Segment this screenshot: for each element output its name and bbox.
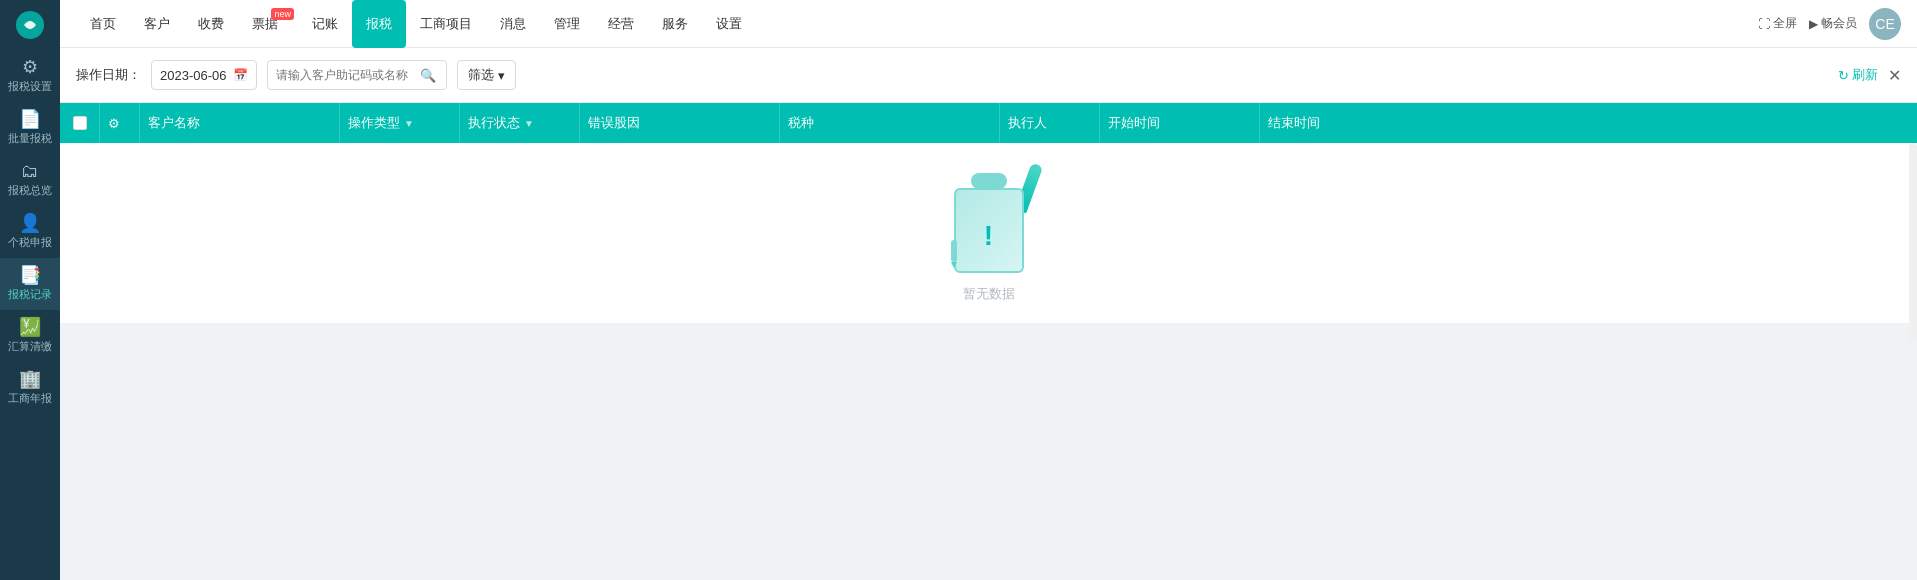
avatar[interactable]: CE	[1869, 8, 1901, 40]
empty-illustration: !	[939, 163, 1039, 273]
th-op-type[interactable]: 操作类型 ▼	[340, 103, 460, 143]
personal-tax-icon: 👤	[19, 214, 41, 232]
table-container: ⚙ 客户名称 操作类型 ▼ 执行状态 ▼ 错误股因	[60, 103, 1917, 580]
nav-message[interactable]: 消息	[486, 0, 540, 48]
settings-icon: ⚙	[108, 116, 120, 131]
sidebar: ⚙ 报税设置 📄 批量报税 🗂 报税总览 👤 个税申报 📑 报税记录 💹 汇算清…	[0, 0, 60, 580]
search-input[interactable]	[276, 68, 416, 82]
nav-client[interactable]: 客户	[130, 0, 184, 48]
tax-settings-icon: ⚙	[22, 58, 38, 76]
annual-report-icon: 🏢	[19, 370, 41, 388]
sidebar-item-tax-records[interactable]: 📑 报税记录	[0, 258, 60, 310]
invoice-badge: new	[271, 8, 294, 21]
search-box[interactable]: 🔍	[267, 60, 447, 90]
th-tax-type: 税种	[780, 103, 1000, 143]
page-content: 操作日期： 2023-06-06 📅 🔍 筛选 ▾ ↻ 刷新 ✕	[60, 48, 1917, 580]
table-body-empty: ! 暂无数据	[60, 143, 1917, 323]
th-settings[interactable]: ⚙	[100, 103, 140, 143]
svg-marker-2	[951, 262, 957, 268]
empty-text: 暂无数据	[963, 285, 1015, 303]
settlement-icon: 💹	[19, 318, 41, 336]
nav-invoice[interactable]: 票据 new	[238, 0, 298, 48]
nav-home[interactable]: 首页	[76, 0, 130, 48]
calendar-icon: 📅	[233, 68, 248, 82]
search-icon: 🔍	[420, 68, 436, 83]
sidebar-item-batch-tax[interactable]: 📄 批量报税	[0, 102, 60, 154]
date-picker[interactable]: 2023-06-06 📅	[151, 60, 257, 90]
th-end-time: 结束时间	[1260, 103, 1390, 143]
nav-business[interactable]: 工商项目	[406, 0, 486, 48]
toolbar-right: ↻ 刷新 ✕	[1838, 66, 1901, 85]
sidebar-logo	[0, 0, 60, 50]
sidebar-item-tax-settings[interactable]: ⚙ 报税设置	[0, 50, 60, 102]
th-exec-status[interactable]: 执行状态 ▼	[460, 103, 580, 143]
th-checkbox[interactable]	[60, 103, 100, 143]
fullscreen-icon: ⛶	[1758, 17, 1770, 31]
table-header: ⚙ 客户名称 操作类型 ▼ 执行状态 ▼ 错误股因	[60, 103, 1917, 143]
refresh-button[interactable]: ↻ 刷新	[1838, 66, 1878, 84]
th-error-reason: 错误股因	[580, 103, 780, 143]
th-start-time: 开始时间	[1100, 103, 1260, 143]
nav-tax-report[interactable]: 报税	[352, 0, 406, 48]
svg-rect-1	[951, 240, 957, 262]
exec-status-sort-icon: ▼	[524, 118, 534, 129]
clipboard-body: !	[954, 188, 1024, 273]
nav-operation[interactable]: 经营	[594, 0, 648, 48]
select-all-checkbox[interactable]	[73, 116, 87, 130]
nav-service[interactable]: 服务	[648, 0, 702, 48]
sidebar-item-annual-report[interactable]: 🏢 工商年报	[0, 362, 60, 414]
th-client-name: 客户名称	[140, 103, 340, 143]
clipboard-top	[971, 173, 1007, 189]
tax-overview-icon: 🗂	[21, 162, 39, 180]
filter-button[interactable]: 筛选 ▾	[457, 60, 516, 90]
chevron-down-icon: ▾	[498, 68, 505, 83]
empty-state: ! 暂无数据	[939, 163, 1039, 303]
topnav-right: ⛶ 全屏 ▶ 畅会员 CE	[1758, 8, 1901, 40]
member-button[interactable]: ▶ 畅会员	[1809, 15, 1857, 32]
op-type-sort-icon: ▼	[404, 118, 414, 129]
data-table: ⚙ 客户名称 操作类型 ▼ 执行状态 ▼ 错误股因	[60, 103, 1917, 323]
batch-tax-icon: 📄	[19, 110, 41, 128]
sidebar-item-settlement[interactable]: 💹 汇算清缴	[0, 310, 60, 362]
toolbar: 操作日期： 2023-06-06 📅 🔍 筛选 ▾ ↻ 刷新 ✕	[60, 48, 1917, 103]
sidebar-item-tax-overview[interactable]: 🗂 报税总览	[0, 154, 60, 206]
refresh-icon: ↻	[1838, 68, 1849, 83]
member-icon: ▶	[1809, 17, 1818, 31]
main-area: 首页 客户 收费 票据 new 记账 报税 工商项目 消息 管理 经营	[60, 0, 1917, 580]
top-navigation: 首页 客户 收费 票据 new 记账 报税 工商项目 消息 管理 经营	[60, 0, 1917, 48]
nav-billing[interactable]: 收费	[184, 0, 238, 48]
sidebar-item-personal-tax[interactable]: 👤 个税申报	[0, 206, 60, 258]
nav-bookkeeping[interactable]: 记账	[298, 0, 352, 48]
nav-manage[interactable]: 管理	[540, 0, 594, 48]
date-label: 操作日期：	[76, 66, 141, 84]
th-executor: 执行人	[1000, 103, 1100, 143]
close-button[interactable]: ✕	[1888, 66, 1901, 85]
nav-settings[interactable]: 设置	[702, 0, 756, 48]
fullscreen-button[interactable]: ⛶ 全屏	[1758, 15, 1797, 32]
scrollbar-track[interactable]	[1909, 143, 1917, 343]
tax-records-icon: 📑	[19, 266, 41, 284]
exclamation-mark: !	[984, 220, 993, 252]
